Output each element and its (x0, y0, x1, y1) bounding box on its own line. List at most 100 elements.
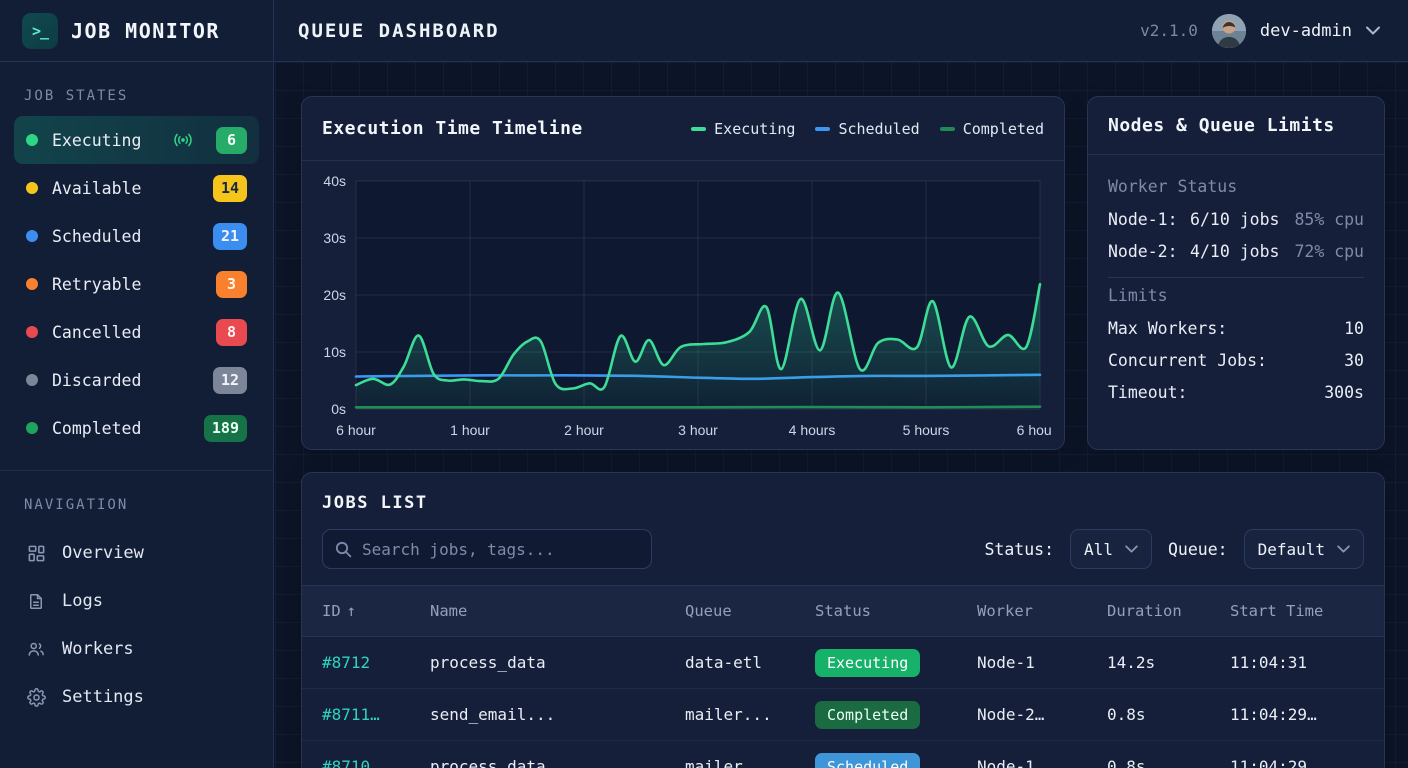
nav-item-label: Workers (62, 639, 134, 659)
version-label: v2.1.0 (1140, 21, 1198, 40)
worker-status-row: Node-1: 6/10 jobs 85% cpu (1108, 210, 1364, 229)
app-title: JOB MONITOR (71, 18, 220, 43)
jobs-list-card: JOBS LIST Status: All Queue: Default ID↑Nam… (301, 472, 1385, 768)
nav-item-settings[interactable]: Settings (14, 673, 259, 721)
y-tick-label: 10s (323, 344, 346, 360)
worker-jobs: 6/10 jobs (1190, 210, 1280, 229)
state-label: Scheduled (52, 226, 142, 246)
state-label: Executing (52, 130, 142, 150)
count-badge: 8 (216, 318, 247, 346)
count-badge: 12 (212, 366, 247, 394)
state-label: Discarded (52, 370, 142, 390)
sidebar-item-cancelled[interactable]: Cancelled 8 (14, 308, 259, 356)
logo-glyph: >_ (31, 21, 49, 40)
column-header-name: Name (430, 602, 468, 620)
sidebar-item-discarded[interactable]: Discarded 12 (14, 356, 259, 404)
legend-item-scheduled: Scheduled (815, 120, 920, 138)
worker-status-label: Worker Status (1108, 177, 1238, 196)
limit-row: Timeout: 300s (1108, 383, 1364, 402)
sidebar-item-executing[interactable]: Executing 6 (14, 116, 259, 164)
column-header-start-time: Start Time (1230, 602, 1324, 620)
legend-item-executing: Executing (691, 120, 795, 138)
table-row[interactable]: #8710 process_data mailer Scheduled Node-1 0.… (302, 741, 1384, 768)
sidebar-item-retryable[interactable]: Retryable 3 (14, 260, 259, 308)
state-label: Cancelled (52, 322, 142, 342)
chevron-down-icon (1125, 545, 1138, 553)
chevron-down-icon[interactable] (1366, 26, 1380, 35)
execution-timeline-card: Execution Time Timeline Executing Schedul… (301, 96, 1065, 450)
job-duration: 14.2s (1107, 653, 1156, 672)
worker-status-row: Node-2: 4/10 jobs 72% cpu (1108, 242, 1364, 261)
job-worker: Node-2… (977, 705, 1045, 724)
job-states-section-label: JOB STATES (24, 88, 129, 104)
job-id-link[interactable]: #8712 (322, 653, 430, 672)
timeline-card-header: Execution Time Timeline Executing Schedul… (302, 97, 1064, 161)
queue-select-value: Default (1257, 539, 1325, 559)
count-badge: 6 (216, 126, 247, 154)
header-main: QUEUE DASHBOARD v2.1.0 dev-admin (274, 0, 1408, 61)
job-name: send_email... (430, 705, 556, 724)
legend-label: Executing (714, 119, 796, 138)
legend-swatch (691, 126, 707, 131)
job-start-time: 11:04:31 (1230, 653, 1308, 672)
job-start-time: 11:04:29… (1230, 705, 1317, 724)
nav-item-logs[interactable]: Logs (14, 577, 259, 625)
sidebar-item-available[interactable]: Available 14 (14, 164, 259, 212)
column-header-id[interactable]: ID ↑ (322, 602, 430, 620)
status-dot (26, 374, 38, 386)
search-icon (335, 541, 352, 557)
search-box[interactable] (322, 529, 652, 569)
worker-cpu: 85% cpu (1294, 210, 1364, 229)
user-menu[interactable]: dev-admin (1260, 21, 1352, 41)
status-dot (26, 422, 38, 434)
limit-value: 300s (1324, 383, 1364, 402)
nav-item-overview[interactable]: Overview (14, 529, 259, 577)
limit-label: Timeout: (1108, 383, 1188, 402)
avatar[interactable] (1211, 13, 1246, 48)
legend-label: Completed (962, 119, 1044, 138)
status-dot (26, 134, 38, 146)
limit-value: 30 (1344, 351, 1364, 370)
nodes-card-body: Worker Status Node-1: 6/10 jobs 85% cpu Nod… (1088, 155, 1384, 429)
job-id-link[interactable]: #8711… (322, 705, 430, 724)
x-tick-label: 6 hour (336, 422, 376, 438)
table-row[interactable]: #8711… send_email... mailer... Completed Nod… (302, 689, 1384, 741)
limit-label: Concurrent Jobs: (1108, 351, 1267, 370)
column-header-duration: Duration (1107, 602, 1182, 620)
column-header-queue: Queue (685, 602, 732, 620)
queue-select[interactable]: Default (1243, 529, 1364, 569)
sidebar-divider (0, 470, 273, 471)
status-select-value: All (1084, 539, 1113, 559)
legend-swatch (939, 126, 955, 131)
chart-legend: Executing Scheduled Completed (691, 120, 1044, 138)
sidebar-item-scheduled[interactable]: Scheduled 21 (14, 212, 259, 260)
state-label: Available (52, 178, 142, 198)
page-title: QUEUE DASHBOARD (298, 19, 500, 42)
job-worker: Node-1 (977, 653, 1035, 672)
job-id-link[interactable]: #8710 (322, 757, 430, 768)
x-tick-label: 6 hours (1017, 422, 1052, 438)
status-dot (26, 182, 38, 194)
jobs-list-title: JOBS LIST (322, 493, 428, 513)
chart-area: 0s 10s 20s 30s 40s 6 hour 1 hour 2 hour 3 hour 4 … (302, 161, 1064, 451)
status-filter-label: Status: (984, 539, 1055, 559)
limit-value: 10 (1344, 319, 1364, 338)
sidebar-item-completed[interactable]: Completed 189 (14, 404, 259, 452)
navigation-section-label: NAVIGATION (24, 497, 129, 513)
status-dot (26, 230, 38, 242)
count-badge: 3 (216, 270, 247, 298)
count-badge: 189 (203, 414, 247, 442)
table-row[interactable]: #8712 process_data data-etl Executing Node-1… (302, 637, 1384, 689)
jobs-table-header: ID ↑ Name Queue Status Worker Duration Start Ti… (302, 585, 1384, 637)
x-tick-label: 1 hour (450, 422, 490, 438)
search-input[interactable] (362, 539, 639, 559)
brand-area: >_ JOB MONITOR (0, 0, 274, 61)
state-label: Completed (52, 418, 142, 438)
nodes-card-title: Nodes & Queue Limits (1108, 115, 1335, 136)
status-select[interactable]: All (1070, 529, 1152, 569)
worker-jobs: 4/10 jobs (1190, 242, 1280, 261)
terminal-logo-icon: >_ (22, 12, 58, 49)
nav-item-workers[interactable]: Workers (14, 625, 259, 673)
x-tick-label: 2 hour (564, 422, 604, 438)
x-tick-label: 5 hours (903, 422, 950, 438)
